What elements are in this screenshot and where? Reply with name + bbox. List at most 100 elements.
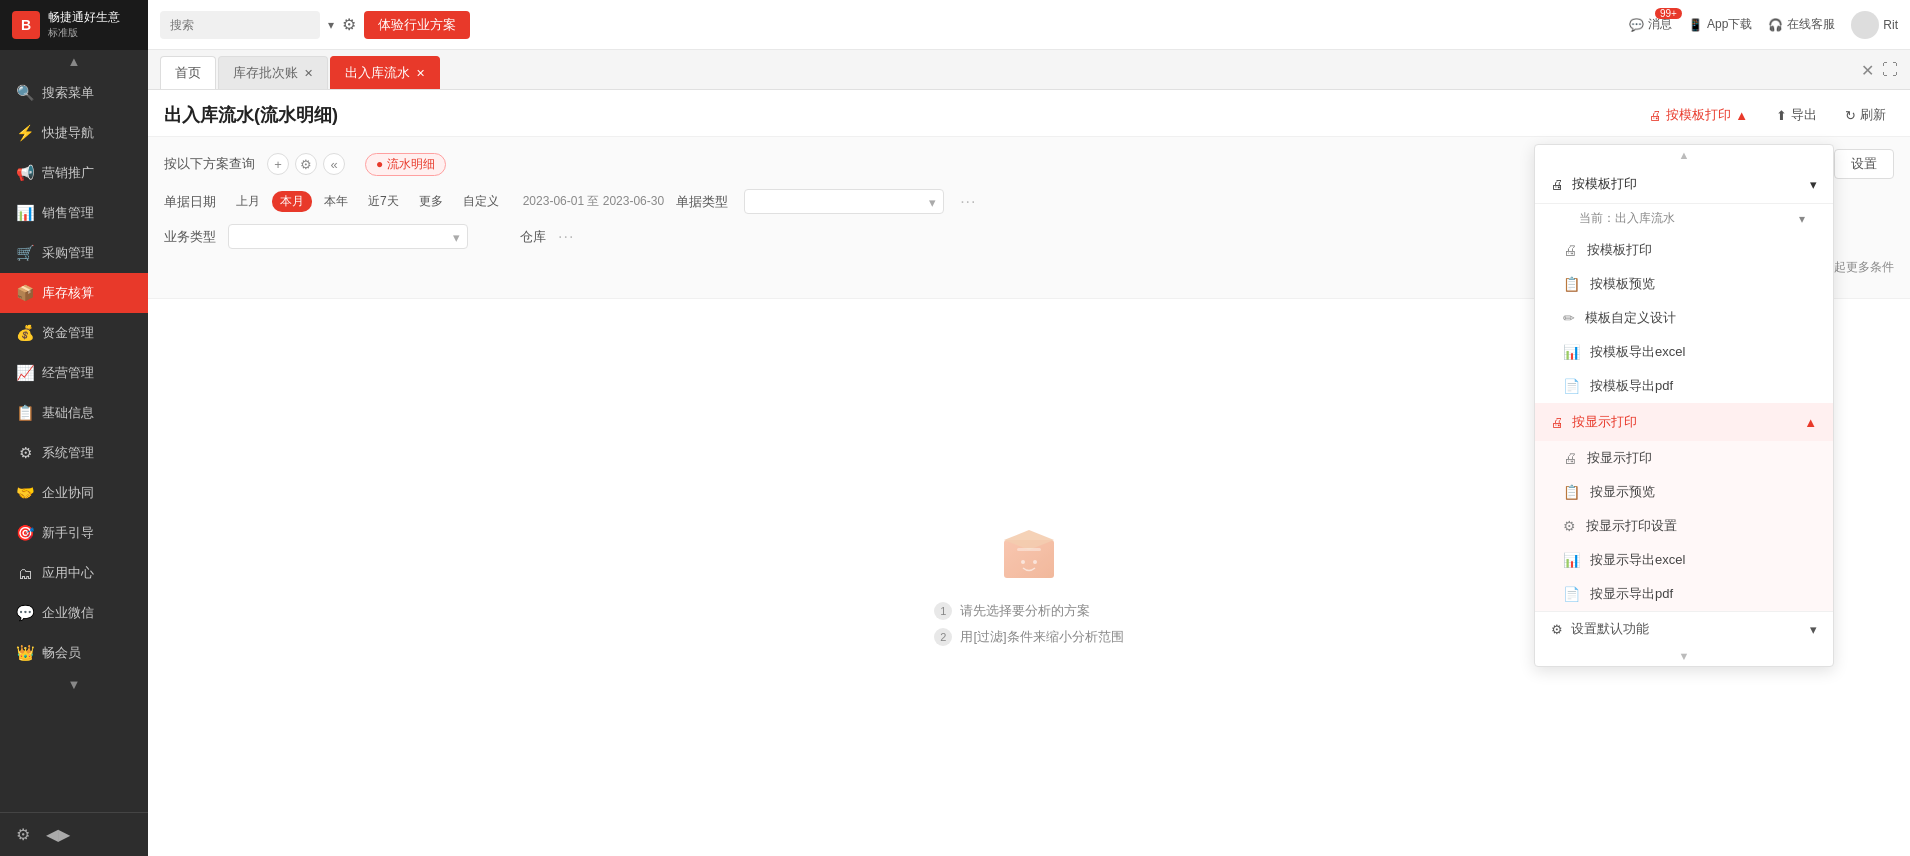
inventory-icon: 📦 (16, 284, 34, 302)
dropdown-footer[interactable]: ⚙ 设置默认功能 ▾ (1535, 611, 1833, 646)
dropdown-display-preview[interactable]: 📋 按显示预览 (1535, 475, 1833, 509)
dropdown-item-label: 按模板打印 (1587, 241, 1652, 259)
print-template-button[interactable]: 🖨 按模板打印 ▲ (1641, 102, 1756, 128)
scroll-down-arrow[interactable]: ▼ (0, 673, 148, 696)
date-option-last7[interactable]: 近7天 (360, 191, 407, 212)
export-icon: ⬆ (1776, 108, 1787, 123)
user-avatar-area[interactable]: Rit (1851, 11, 1898, 39)
biz-type-select[interactable] (228, 224, 468, 249)
template-preview-icon: 📋 (1563, 276, 1580, 292)
tab-close-icon[interactable]: ✕ (1861, 60, 1874, 79)
print-dropdown-arrow[interactable]: ▲ (1735, 108, 1748, 123)
dropdown-template-custom[interactable]: ✏ 模板自定义设计 (1535, 301, 1833, 335)
operations-icon: 📈 (16, 364, 34, 382)
dropdown-display-print[interactable]: 🖨 按显示打印 (1535, 441, 1833, 475)
default-func-icon: ⚙ (1551, 622, 1563, 637)
dropdown-display-pdf[interactable]: 📄 按显示导出pdf (1535, 577, 1833, 611)
svg-point-4 (1033, 560, 1037, 564)
scroll-up-arrow[interactable]: ▲ (0, 50, 148, 73)
dropdown-display-excel[interactable]: 📊 按显示导出excel (1535, 543, 1833, 577)
empty-step-2: 2 用[过滤]条件来缩小分析范围 (934, 628, 1123, 646)
export-button[interactable]: ⬆ 导出 (1768, 102, 1825, 128)
warehouse-label: 仓库 (520, 228, 546, 246)
date-option-current[interactable]: 本月 (272, 191, 312, 212)
display-settings-icon: ⚙ (1563, 518, 1576, 534)
filter-settings-btn[interactable]: ⚙ (295, 153, 317, 175)
sidebar-item-basic[interactable]: 📋 基础信息 (0, 393, 148, 433)
topbar: ▾ ⚙ 体验行业方案 💬 消息 99+ 📱 App下载 🎧 在线客服 Rit (148, 0, 1910, 50)
sidebar-item-wechat[interactable]: 💬 企业微信 (0, 593, 148, 633)
topbar-settings-icon[interactable]: ⚙ (342, 15, 356, 34)
date-option-custom[interactable]: 自定义 (455, 191, 507, 212)
tab-home[interactable]: 首页 (160, 56, 216, 89)
dropdown-section-label: 按模板打印 (1572, 175, 1637, 193)
doc-type-more-icon[interactable]: ··· (960, 193, 976, 211)
online-service-button[interactable]: 🎧 在线客服 (1768, 16, 1835, 33)
doc-type-select[interactable] (744, 189, 944, 214)
dropdown-template-excel[interactable]: 📊 按模板导出excel (1535, 335, 1833, 369)
sidebar-item-system[interactable]: ⚙ 系统管理 (0, 433, 148, 473)
filter-collapse-btn[interactable]: « (323, 153, 345, 175)
dropdown-template-preview[interactable]: 📋 按模板预览 (1535, 267, 1833, 301)
dropdown-template-print[interactable]: 🖨 按模板打印 (1535, 233, 1833, 267)
sidebar-item-inventory[interactable]: 📦 库存核算 (0, 273, 148, 313)
filter-tag-icon: ● (376, 157, 383, 171)
dropdown-template-header[interactable]: 🖨 按模板打印 ▾ (1535, 165, 1833, 204)
sidebar-item-appstore[interactable]: 🗂 应用中心 (0, 553, 148, 593)
warehouse-more-icon[interactable]: ··· (558, 228, 574, 246)
refresh-button[interactable]: ↻ 刷新 (1837, 102, 1894, 128)
collapse-footer-icon[interactable]: ◀▶ (46, 825, 70, 844)
tab-label: 库存批次账 (233, 64, 298, 82)
search-input[interactable] (160, 11, 320, 39)
sidebar-item-guide[interactable]: 🎯 新手引导 (0, 513, 148, 553)
sidebar-item-label: 企业微信 (42, 604, 94, 622)
sidebar-item-label: 新手引导 (42, 524, 94, 542)
date-option-more[interactable]: 更多 (411, 191, 451, 212)
trial-button[interactable]: 体验行业方案 (364, 11, 470, 39)
empty-illustration (989, 510, 1069, 590)
dropdown-scroll-up[interactable]: ▲ (1535, 145, 1833, 165)
sidebar-item-operations[interactable]: 📈 经营管理 (0, 353, 148, 393)
app-download-button[interactable]: 📱 App下载 (1688, 16, 1752, 33)
sidebar-item-label: 资金管理 (42, 324, 94, 342)
sidebar-item-sales[interactable]: 📊 销售管理 (0, 193, 148, 233)
tab-close-flow[interactable]: ✕ (416, 67, 425, 80)
setting-button[interactable]: 设置 (1834, 149, 1894, 179)
sidebar-item-label: 经营管理 (42, 364, 94, 382)
topbar-right: 💬 消息 99+ 📱 App下载 🎧 在线客服 Rit (1629, 11, 1898, 39)
dropdown-item-label: 按显示打印 (1587, 449, 1652, 467)
sidebar-item-marketing[interactable]: 📢 营销推广 (0, 153, 148, 193)
filter-tag-subfilter[interactable]: ● 流水明细 (365, 153, 446, 176)
empty-step-1: 1 请先选择要分析的方案 (934, 602, 1090, 620)
biz-type-select-wrapper (228, 224, 468, 249)
dropdown-current-label[interactable]: 当前：出入库流水 ▾ (1535, 204, 1833, 233)
sidebar-item-label: 快捷导航 (42, 124, 94, 142)
tab-flow[interactable]: 出入库流水 ✕ (330, 56, 440, 89)
tab-batch[interactable]: 库存批次账 ✕ (218, 56, 328, 89)
dropdown-expand-arrow[interactable]: ▲ (1804, 415, 1817, 430)
date-option-prev[interactable]: 上月 (228, 191, 268, 212)
settings-footer-icon[interactable]: ⚙ (16, 825, 30, 844)
dropdown-template-pdf[interactable]: 📄 按模板导出pdf (1535, 369, 1833, 403)
dropdown-item-label: 按显示导出excel (1590, 551, 1685, 569)
tab-label: 首页 (175, 64, 201, 82)
dropdown-collapse-arrow[interactable]: ▾ (1810, 177, 1817, 192)
dropdown-display-settings[interactable]: ⚙ 按显示打印设置 (1535, 509, 1833, 543)
sidebar-item-label: 库存核算 (42, 284, 94, 302)
sidebar-item-finance[interactable]: 💰 资金管理 (0, 313, 148, 353)
message-button[interactable]: 💬 消息 99+ (1629, 16, 1672, 33)
sidebar-item-purchase[interactable]: 🛒 采购管理 (0, 233, 148, 273)
sidebar-item-corp[interactable]: 🤝 企业协同 (0, 473, 148, 513)
dropdown-scroll-down[interactable]: ▼ (1535, 646, 1833, 666)
date-option-year[interactable]: 本年 (316, 191, 356, 212)
tab-close-batch[interactable]: ✕ (304, 67, 313, 80)
tab-expand-icon[interactable]: ⛶ (1882, 61, 1898, 79)
doc-type-label: 单据类型 (676, 193, 728, 211)
filter-add-btn[interactable]: + (267, 153, 289, 175)
tab-bar-right: ✕ ⛶ (1861, 60, 1898, 79)
topbar-dropdown-arrow[interactable]: ▾ (328, 18, 334, 32)
sidebar-item-member[interactable]: 👑 畅会员 (0, 633, 148, 673)
sidebar-item-shortcut[interactable]: ⚡ 快捷导航 (0, 113, 148, 153)
dropdown-display-header[interactable]: 🖨 按显示打印 ▲ (1535, 403, 1833, 441)
sidebar-item-search[interactable]: 🔍 搜索菜单 (0, 73, 148, 113)
